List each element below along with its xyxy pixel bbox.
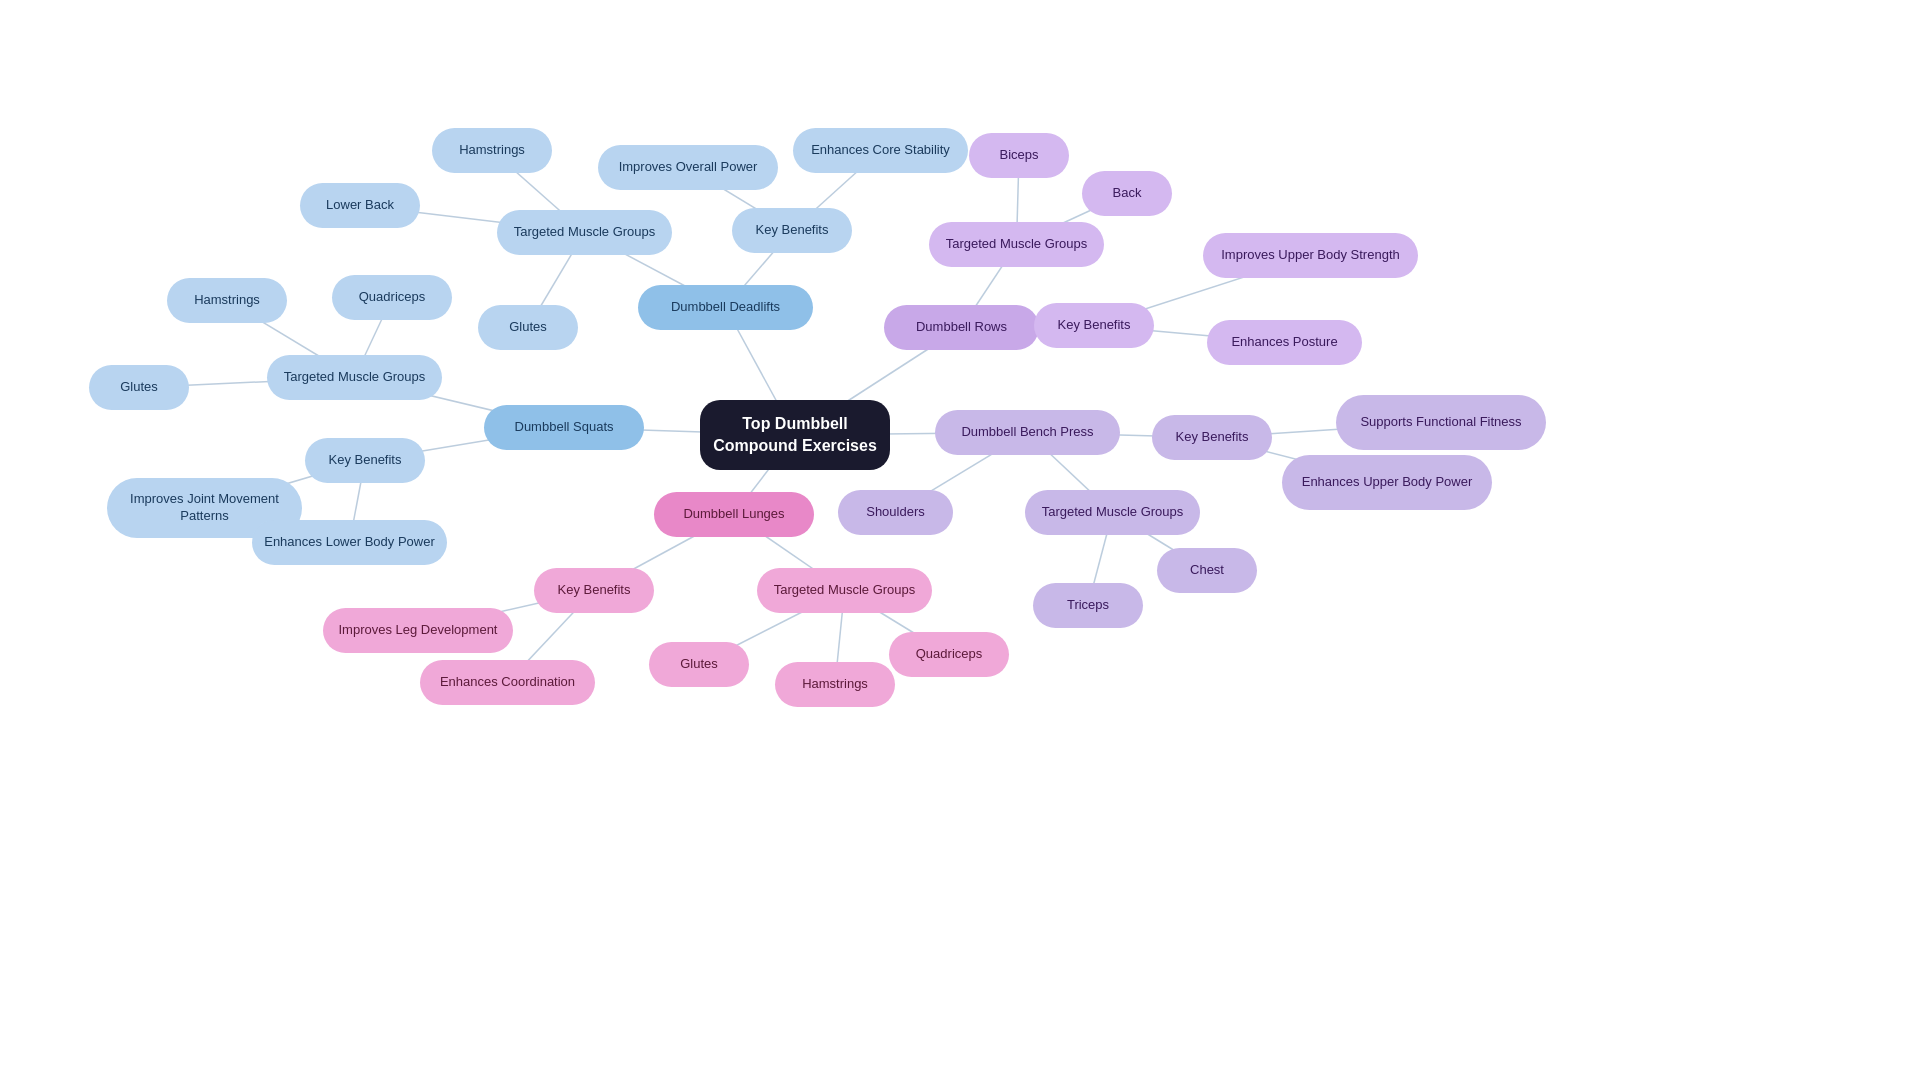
lunges-key-benefits-node[interactable]: Key Benefits: [534, 568, 654, 613]
rows-upper-strength-node[interactable]: Improves Upper Body Strength: [1203, 233, 1418, 278]
mind-map-container: Top Dumbbell Compound Exercises Dumbbell …: [0, 0, 1920, 1083]
deadlifts-lower-back-node[interactable]: Lower Back: [300, 183, 420, 228]
lunges-leg-dev-node[interactable]: Improves Leg Development: [323, 608, 513, 653]
bench-shoulders-node[interactable]: Shoulders: [838, 490, 953, 535]
squats-lower-body-node[interactable]: Enhances Lower Body Power: [252, 520, 447, 565]
dumbbell-lunges-node[interactable]: Dumbbell Lunges: [654, 492, 814, 537]
lunges-quadriceps-node[interactable]: Quadriceps: [889, 632, 1009, 677]
deadlifts-key-benefits-node[interactable]: Key Benefits: [732, 208, 852, 253]
rows-key-benefits-node[interactable]: Key Benefits: [1034, 303, 1154, 348]
squats-key-benefits-node[interactable]: Key Benefits: [305, 438, 425, 483]
deadlifts-glutes-node[interactable]: Glutes: [478, 305, 578, 350]
bench-upper-power-node[interactable]: Enhances Upper Body Power: [1282, 455, 1492, 510]
dumbbell-deadlifts-node[interactable]: Dumbbell Deadlifts: [638, 285, 813, 330]
lunges-glutes-node[interactable]: Glutes: [649, 642, 749, 687]
deadlifts-improves-power-node[interactable]: Improves Overall Power: [598, 145, 778, 190]
squats-hamstrings-node[interactable]: Hamstrings: [167, 278, 287, 323]
rows-back-node[interactable]: Back: [1082, 171, 1172, 216]
bench-targeted-node[interactable]: Targeted Muscle Groups: [1025, 490, 1200, 535]
squats-targeted-node[interactable]: Targeted Muscle Groups: [267, 355, 442, 400]
dumbbell-squats-node[interactable]: Dumbbell Squats: [484, 405, 644, 450]
lunges-coordination-node[interactable]: Enhances Coordination: [420, 660, 595, 705]
deadlifts-targeted-node[interactable]: Targeted Muscle Groups: [497, 210, 672, 255]
squats-glutes-node[interactable]: Glutes: [89, 365, 189, 410]
bench-chest-node[interactable]: Chest: [1157, 548, 1257, 593]
lunges-targeted-node[interactable]: Targeted Muscle Groups: [757, 568, 932, 613]
bench-key-benefits-node[interactable]: Key Benefits: [1152, 415, 1272, 460]
lunges-hamstrings-node[interactable]: Hamstrings: [775, 662, 895, 707]
dumbbell-bench-node[interactable]: Dumbbell Bench Press: [935, 410, 1120, 455]
squats-quadriceps-node[interactable]: Quadriceps: [332, 275, 452, 320]
dumbbell-rows-node[interactable]: Dumbbell Rows: [884, 305, 1039, 350]
bench-triceps-node[interactable]: Triceps: [1033, 583, 1143, 628]
bench-functional-node[interactable]: Supports Functional Fitness: [1336, 395, 1546, 450]
deadlifts-hamstrings-node[interactable]: Hamstrings: [432, 128, 552, 173]
center-node[interactable]: Top Dumbbell Compound Exercises: [700, 400, 890, 470]
rows-posture-node[interactable]: Enhances Posture: [1207, 320, 1362, 365]
deadlifts-core-stability-node[interactable]: Enhances Core Stability: [793, 128, 968, 173]
rows-targeted-node[interactable]: Targeted Muscle Groups: [929, 222, 1104, 267]
rows-biceps-node[interactable]: Biceps: [969, 133, 1069, 178]
